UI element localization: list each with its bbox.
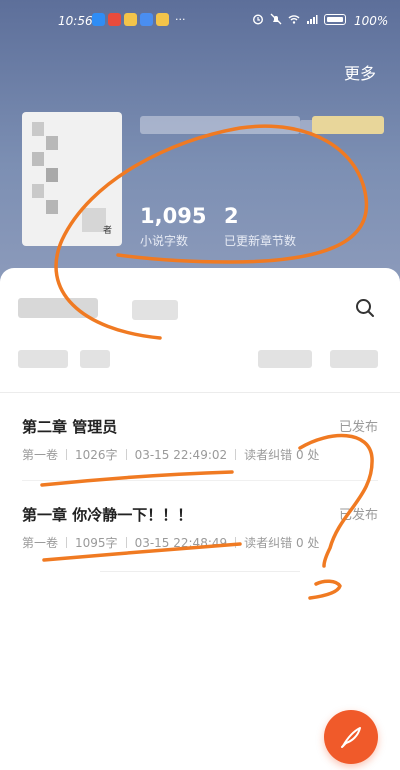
status-time: 10:56 bbox=[58, 14, 93, 28]
signal-icon bbox=[307, 15, 318, 24]
filter-divider bbox=[0, 392, 400, 393]
chapter-volume: 第一卷 bbox=[22, 536, 59, 550]
battery-percent: 100% bbox=[354, 14, 389, 28]
stat-chapter-count: 2 已更新章节数 bbox=[224, 204, 296, 249]
stat-word-count: 1,095 小说字数 bbox=[140, 204, 206, 249]
list-end-line bbox=[100, 571, 300, 572]
notification-icons: ··· bbox=[92, 13, 186, 26]
chapter-title: 第二章 管理员 bbox=[22, 418, 118, 436]
chapter-meta: 第一卷 1095字 03-15 22:48:49 读者纠错 0 处 bbox=[22, 534, 319, 551]
battery-icon bbox=[324, 13, 346, 25]
chapter-divider bbox=[22, 480, 378, 481]
chapter-volume: 第一卷 bbox=[22, 448, 59, 462]
book-title-blurred bbox=[140, 116, 300, 134]
meta-separator bbox=[66, 537, 68, 548]
stat-word-count-label: 小说字数 bbox=[140, 234, 189, 248]
filter-blurred-4[interactable] bbox=[330, 350, 378, 368]
cover-mosaic-block bbox=[32, 184, 44, 198]
chapter-item[interactable]: 第二章 管理员 已发布 第一卷 1026字 03-15 22:49:02 读者纠… bbox=[22, 416, 378, 472]
chapter-timestamp: 03-15 22:48:49 bbox=[134, 535, 228, 550]
tab-blurred-1[interactable] bbox=[18, 298, 98, 318]
system-icons bbox=[252, 13, 346, 25]
meta-separator bbox=[125, 537, 127, 548]
filter-blurred-1[interactable] bbox=[18, 350, 68, 368]
write-button[interactable] bbox=[324, 710, 378, 764]
cover-mosaic-block bbox=[46, 168, 58, 182]
chapter-item[interactable]: 第一章 你冷静一下！！！ 已发布 第一卷 1095字 03-15 22:48:4… bbox=[22, 504, 378, 560]
chapter-status: 已发布 bbox=[338, 508, 378, 523]
wifi-icon bbox=[288, 15, 300, 24]
meta-separator bbox=[235, 449, 237, 460]
browser-icon bbox=[140, 13, 153, 26]
cover-mosaic-block bbox=[32, 122, 44, 136]
chapter-title: 第一章 你冷静一下！！！ bbox=[22, 506, 193, 524]
tab-blurred-2[interactable] bbox=[132, 300, 178, 320]
cloud-app-icon bbox=[92, 13, 105, 26]
cover-mosaic-block bbox=[32, 152, 44, 166]
stat-chapter-count-label: 已更新章节数 bbox=[224, 234, 297, 248]
chapter-timestamp: 03-15 22:49:02 bbox=[134, 447, 228, 462]
quill-icon bbox=[341, 727, 361, 748]
chapter-status: 已发布 bbox=[338, 420, 378, 435]
cover-mosaic-block bbox=[46, 136, 58, 150]
weibo-icon bbox=[124, 13, 137, 26]
meta-separator bbox=[235, 537, 237, 548]
chapter-meta: 第一卷 1026字 03-15 22:49:02 读者纠错 0 处 bbox=[22, 446, 319, 463]
chapter-word-count: 1026字 bbox=[75, 448, 118, 462]
red-app-icon bbox=[108, 13, 121, 26]
cover-author-label: 者 bbox=[102, 226, 112, 236]
meta-separator bbox=[125, 449, 127, 460]
more-button[interactable]: 更多 bbox=[344, 60, 376, 84]
mute-icon bbox=[270, 13, 282, 25]
cover-mosaic-block bbox=[46, 200, 58, 214]
stat-chapter-count-value: 2 bbox=[224, 204, 239, 228]
book-cover[interactable]: 者 bbox=[22, 112, 122, 246]
stat-word-count-value: 1,095 bbox=[140, 204, 207, 228]
filter-blurred-3[interactable] bbox=[258, 350, 312, 368]
filter-blurred-2[interactable] bbox=[80, 350, 110, 368]
alarm-icon bbox=[252, 14, 264, 25]
status-bar: 10:56 ··· 100% bbox=[0, 10, 400, 32]
chapter-word-count: 1095字 bbox=[75, 536, 118, 550]
book-header: 10:56 ··· 100% 更多 者 1,095 小说字数 2 已更新章节数 bbox=[0, 0, 400, 300]
more-notifications-icon: ··· bbox=[175, 13, 186, 26]
search-icon[interactable] bbox=[354, 297, 376, 319]
chapter-errata: 读者纠错 0 处 bbox=[244, 536, 320, 550]
chapter-errata: 读者纠错 0 处 bbox=[244, 448, 320, 462]
meta-separator bbox=[66, 449, 68, 460]
weibo-icon-2 bbox=[156, 13, 169, 26]
book-badge-blurred bbox=[312, 116, 384, 134]
